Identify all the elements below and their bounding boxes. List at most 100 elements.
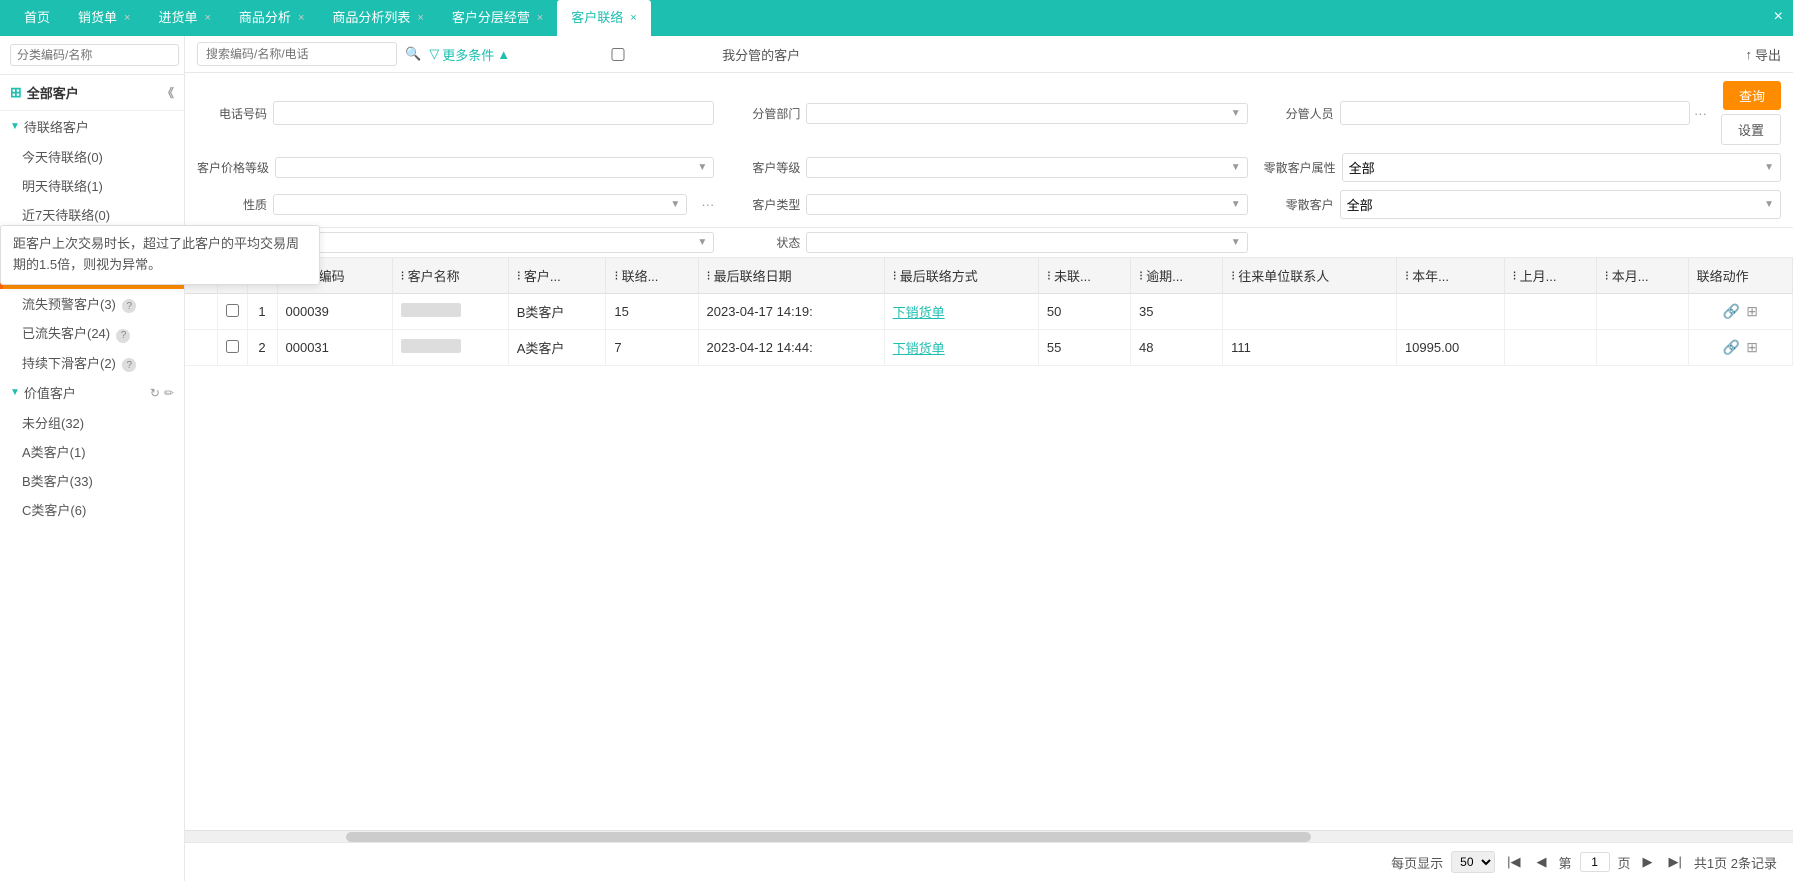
sidebar-collapse-btn[interactable]: 《 [162, 84, 174, 101]
price-level-caret-icon: ▼ [697, 162, 707, 173]
row2-last-contact-date: 2023-04-12 14:44: [698, 330, 884, 366]
all-customers-label: 全部客户 [27, 83, 79, 102]
row2-name-placeholder [401, 339, 461, 353]
row2-level: A类客户 [508, 330, 606, 366]
row2-link-action-icon[interactable]: 🔗 [1723, 339, 1740, 356]
nav-home[interactable]: 首页 [10, 0, 64, 36]
row1-select-checkbox[interactable] [226, 304, 239, 317]
customer-level-select[interactable]: ▼ [806, 157, 1247, 178]
page-next-btn[interactable]: ▶ [1639, 853, 1657, 871]
value-customer-edit-icon[interactable]: ✏ [164, 386, 174, 400]
close-sales-tab[interactable]: × [124, 0, 130, 36]
filter-bar: 🔍 ▽ 更多条件 ▲ 我分管的客户 ↑ 导出 [185, 36, 1793, 73]
close-window-btn[interactable]: × [1774, 8, 1783, 26]
sidebar-item-churned[interactable]: 已流失客户(24) ? [0, 318, 184, 348]
total-records-label: 共1页 2条记录 [1694, 853, 1777, 872]
my-customers-checkbox[interactable] [518, 48, 718, 61]
per-page-label: 每页显示 [1391, 853, 1443, 872]
status-select[interactable]: ▼ [806, 232, 1247, 253]
filter-row-2: 客户价格等级 ▼ 客户等级 ▼ 零散客户属性 全部 [197, 153, 1781, 182]
row2-last-month [1504, 330, 1596, 366]
th-level: ⁝ 客户... [508, 258, 606, 294]
page-last-btn[interactable]: ▶| [1665, 853, 1686, 871]
search-button[interactable]: 🔍 [405, 46, 421, 62]
nav-customer-contact[interactable]: 客户联络 × [557, 0, 650, 36]
row2-grid-action-icon[interactable]: ⊞ [1746, 339, 1758, 356]
nav-sales[interactable]: 销货单 × [64, 0, 144, 36]
row1-last-contact-method[interactable]: 下销货单 [884, 294, 1038, 330]
row2-overdue: 48 [1130, 330, 1222, 366]
nav-analysis-list[interactable]: 商品分析列表 × [318, 0, 437, 36]
row1-link-action-icon[interactable]: 🔗 [1723, 303, 1740, 320]
row1-actions: 🔗 ⊞ [1688, 294, 1792, 330]
export-btn[interactable]: ↑ 导出 [1745, 45, 1781, 64]
search-input[interactable] [197, 42, 397, 66]
per-page-select[interactable]: 50 [1451, 851, 1495, 873]
th-last-contact-method: ⁝ 最后联络方式 [884, 258, 1038, 294]
more-conditions-btn[interactable]: ▽ 更多条件 ▲ [429, 45, 510, 64]
sidebar-search-area: 🔍 [0, 36, 184, 75]
phone-input[interactable] [273, 101, 714, 125]
nav-customer-tier[interactable]: 客户分层经营 × [438, 0, 557, 36]
page-prev-btn[interactable]: ◀ [1533, 853, 1551, 871]
page-input[interactable] [1580, 852, 1610, 872]
setting-button[interactable]: 设置 [1721, 114, 1781, 145]
row2-actions: 🔗 ⊞ [1688, 330, 1792, 366]
main-layout: 🔍 ⊞ 全部客户 《 ▼ 待联络客户 今天待联络(0) 明天待联络(1) 近7天… [0, 36, 1793, 881]
query-button[interactable]: 查询 [1723, 81, 1781, 110]
page-first-btn[interactable]: |◀ [1503, 853, 1524, 871]
sidebar-pending-contact-title[interactable]: ▼ 待联络客户 [0, 111, 184, 142]
nav-purchase[interactable]: 进货单 × [144, 0, 224, 36]
row2-this-year: 10995.00 [1396, 330, 1504, 366]
nav-analysis[interactable]: 商品分析 × [225, 0, 318, 36]
payment-terms-select[interactable]: ▼ [273, 232, 714, 253]
value-customer-refresh-icon[interactable]: ↻ [150, 386, 160, 400]
sidebar-search-input[interactable] [10, 44, 179, 66]
row2-last-contact-method[interactable]: 下销货单 [884, 330, 1038, 366]
filter-customer-level: 客户等级 ▼ [730, 153, 1247, 182]
sidebar-item-declining[interactable]: 持续下滑客户(2) ? [0, 348, 184, 378]
sidebar-item-b-class[interactable]: B类客户(33) [0, 466, 184, 495]
row2-gear [185, 330, 217, 366]
retail-customer-caret-icon: ▼ [1764, 199, 1774, 210]
row2-code: 000031 [277, 330, 392, 366]
close-purchase-tab[interactable]: × [204, 0, 210, 36]
row3-ellipsis[interactable]: ··· [701, 197, 714, 212]
manager-input[interactable] [1340, 101, 1690, 125]
dept-caret-icon: ▼ [1231, 108, 1241, 119]
sidebar-item-a-class[interactable]: A类客户(1) [0, 437, 184, 466]
sidebar-item-ungroup[interactable]: 未分组(32) [0, 408, 184, 437]
retail-customer-select[interactable]: 全部 ▼ [1340, 190, 1781, 219]
gender-select[interactable]: ▼ [273, 194, 687, 215]
row1-overdue: 35 [1130, 294, 1222, 330]
close-customer-tier-tab[interactable]: × [537, 0, 543, 36]
sidebar-item-tomorrow[interactable]: 明天待联络(1) [0, 171, 184, 200]
my-customers-filter[interactable]: 我分管的客户 [518, 45, 800, 64]
filter-retail-customer: 零散客户 全部 ▼ [1264, 190, 1781, 219]
gender-caret-icon: ▼ [670, 199, 680, 210]
page-label: 第 [1559, 853, 1572, 872]
close-analysis-list-tab[interactable]: × [417, 0, 423, 36]
filter-row-1: 电话号码 分管部门 ▼ 分管人员 ··· [197, 81, 1781, 145]
filter-phone: 电话号码 [197, 81, 714, 145]
horizontal-scrollbar[interactable] [185, 830, 1793, 842]
content-area: 🔍 ▽ 更多条件 ▲ 我分管的客户 ↑ 导出 电话号码 [185, 36, 1793, 881]
retail-attr-select[interactable]: 全部 ▼ [1342, 153, 1781, 182]
sidebar-item-churn-warning[interactable]: 流失预警客户(3) ? [0, 289, 184, 319]
filter-price-level: 客户价格等级 ▼ [197, 153, 714, 182]
row2-select-checkbox[interactable] [226, 340, 239, 353]
triangle-icon: ▼ [10, 121, 20, 132]
close-analysis-tab[interactable]: × [298, 0, 304, 36]
row1-unit-contact [1223, 294, 1397, 330]
scroll-thumb[interactable] [346, 832, 1311, 842]
churn-warning-info-icon: ? [122, 299, 136, 313]
sidebar-item-today[interactable]: 今天待联络(0) [0, 142, 184, 171]
price-level-select[interactable]: ▼ [275, 157, 714, 178]
manager-ellipsis-icon[interactable]: ··· [1694, 106, 1707, 121]
dept-select[interactable]: ▼ [806, 103, 1247, 124]
sidebar-item-c-class[interactable]: C类客户(6) [0, 495, 184, 524]
row1-grid-action-icon[interactable]: ⊞ [1746, 303, 1758, 320]
customer-type-select[interactable]: ▼ [806, 194, 1247, 215]
close-customer-contact-tab[interactable]: × [630, 0, 636, 36]
th-unpaid: ⁝ 未联... [1038, 258, 1130, 294]
